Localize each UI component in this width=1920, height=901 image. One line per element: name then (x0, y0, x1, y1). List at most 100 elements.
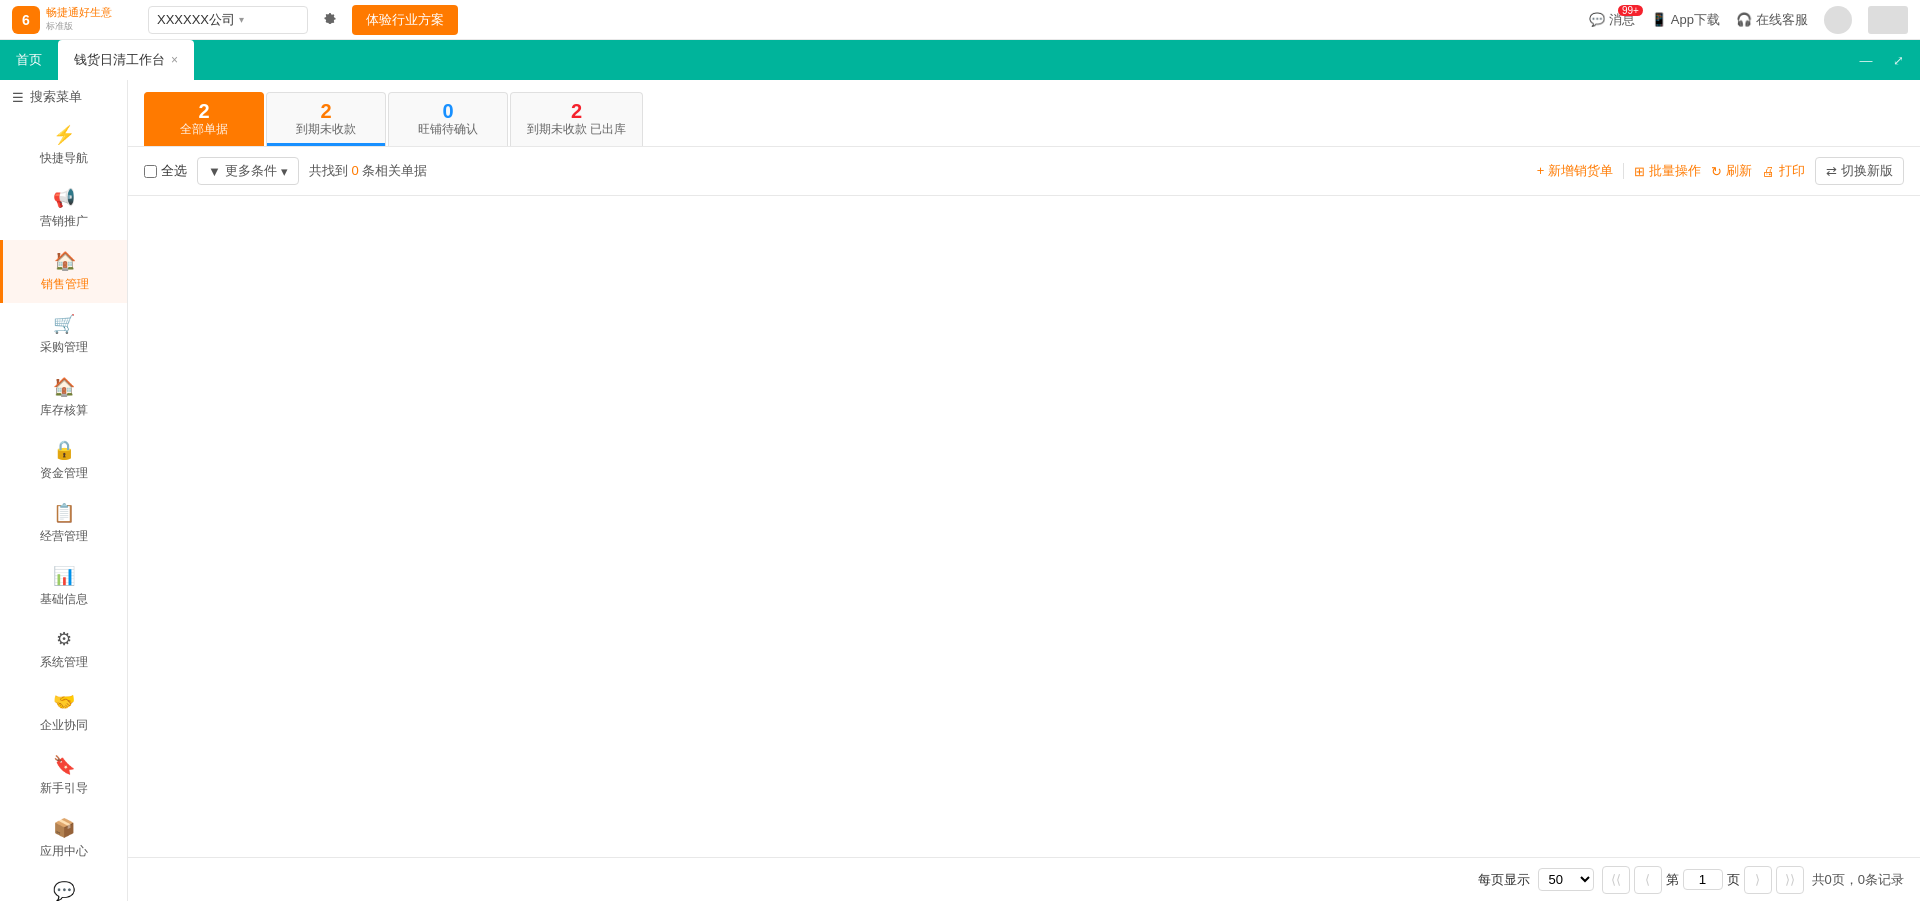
nav-minimize-button[interactable]: — (1852, 46, 1880, 74)
add-sales-order-button[interactable]: + 新增销货单 (1537, 162, 1613, 180)
user-avatar[interactable] (1824, 6, 1852, 34)
operations-icon: 📋 (53, 502, 75, 524)
tab-home-label: 首页 (16, 51, 42, 69)
topbar-right: 💬 消息 99+ 📱 App下载 🎧 在线客服 (1589, 6, 1908, 34)
batch-operation-button[interactable]: ⊞ 批量操作 (1634, 162, 1701, 180)
page-first-button[interactable]: ⟨⟨ (1602, 866, 1630, 894)
sidebar-item-quick-nav[interactable]: ⚡ 快捷导航 (0, 114, 127, 177)
page-size-select[interactable]: 20 50 100 (1538, 868, 1594, 891)
app-download-button[interactable]: 📱 App下载 (1651, 11, 1720, 29)
select-all-input[interactable] (144, 165, 157, 178)
filter-chevron-icon: ▾ (281, 164, 288, 179)
sidebar-item-guide[interactable]: 🔖 新手引导 (0, 744, 127, 807)
sidebar-inventory-label: 库存核算 (40, 402, 88, 419)
filter-button[interactable]: ▼ 更多条件 ▾ (197, 157, 299, 185)
page-suffix: 页 (1727, 871, 1740, 889)
sidebar-purchase-label: 采购管理 (40, 339, 88, 356)
sales-icon: 🏠 (54, 250, 76, 272)
search-menu-button[interactable]: ☰ 搜索菜单 (0, 80, 127, 114)
select-all-checkbox[interactable]: 全选 (144, 162, 187, 180)
status-tab-overdue-shipped[interactable]: 2 到期未收款 已出库 (510, 92, 643, 146)
sidebar-item-sales[interactable]: 🏠 销售管理 (0, 240, 127, 303)
toolbar-right: + 新增销货单 ⊞ 批量操作 ↻ 刷新 🖨 打印 ⇄ 切换新版 (1537, 157, 1904, 185)
minimize-icon: — (1860, 53, 1873, 68)
finance-icon: 🔒 (53, 439, 75, 461)
sidebar-item-base-info[interactable]: 📊 基础信息 (0, 555, 127, 618)
search-menu-label: 搜索菜单 (30, 88, 82, 106)
page-label: 第 (1666, 871, 1679, 889)
tab-overdue-count: 2 (283, 101, 369, 121)
tab-all-count: 2 (161, 101, 247, 121)
sidebar-item-wechat[interactable]: 💬 企业微信 (0, 870, 127, 901)
try-industry-button[interactable]: 体验行业方案 (352, 5, 458, 35)
pagination: 每页显示 20 50 100 ⟨⟨ ⟨ 第 页 ⟩ ⟩⟩ 共0页，0条记录 (128, 857, 1920, 901)
message-badge: 99+ (1618, 5, 1643, 16)
page-last-button[interactable]: ⟩⟩ (1776, 866, 1804, 894)
sidebar-item-system[interactable]: ⚙ 系统管理 (0, 618, 127, 681)
page-prev-button[interactable]: ⟨ (1634, 866, 1662, 894)
sidebar-item-marketing[interactable]: 📢 营销推广 (0, 177, 127, 240)
tab-close-icon[interactable]: × (171, 53, 178, 67)
sidebar-marketing-label: 营销推广 (40, 213, 88, 230)
message-button[interactable]: 💬 消息 99+ (1589, 11, 1635, 29)
sidebar-item-cooperation[interactable]: 🤝 企业协同 (0, 681, 127, 744)
status-tab-all[interactable]: 2 全部单据 (144, 92, 264, 146)
sidebar-item-purchase[interactable]: 🛒 采购管理 (0, 303, 127, 366)
system-icon: ⚙ (56, 628, 72, 650)
status-tabs: 2 全部单据 2 到期未收款 0 旺铺待确认 2 到期未收款 已出库 (128, 80, 1920, 147)
search-icon: ☰ (12, 90, 24, 105)
page-total: 共0页，0条记录 (1812, 871, 1904, 889)
select-all-label: 全选 (161, 162, 187, 180)
page-input[interactable] (1683, 869, 1723, 890)
nav-right-actions: — ⤢ (1852, 46, 1920, 74)
page-area: 2 全部单据 2 到期未收款 0 旺铺待确认 2 到期未收款 已出库 (128, 80, 1920, 901)
print-label: 打印 (1779, 162, 1805, 180)
app-download-label: App下载 (1671, 11, 1720, 29)
sidebar-quick-nav-label: 快捷导航 (40, 150, 88, 167)
sidebar-item-operations[interactable]: 📋 经营管理 (0, 492, 127, 555)
sidebar-cooperation-label: 企业协同 (40, 717, 88, 734)
page-next-button[interactable]: ⟩ (1744, 866, 1772, 894)
page-size-prefix: 每页显示 (1478, 871, 1530, 889)
sidebar: ☰ 搜索菜单 ⚡ 快捷导航 📢 营销推广 🏠 销售管理 🛒 采购管理 🏠 库存核… (0, 80, 128, 901)
batch-label: 批量操作 (1649, 162, 1701, 180)
app-center-icon: 📦 (53, 817, 75, 839)
sidebar-app-center-label: 应用中心 (40, 843, 88, 860)
status-tab-overdue[interactable]: 2 到期未收款 (266, 92, 386, 146)
status-tab-pending[interactable]: 0 旺铺待确认 (388, 92, 508, 146)
sidebar-item-inventory[interactable]: 🏠 库存核算 (0, 366, 127, 429)
tab-home[interactable]: 首页 (0, 40, 58, 80)
nav-maximize-button[interactable]: ⤢ (1884, 46, 1912, 74)
guide-icon: 🔖 (53, 754, 75, 776)
filter-icon: ▼ (208, 164, 221, 179)
tab-pending-count: 0 (405, 101, 491, 121)
tab-daily-work[interactable]: 钱货日清工作台 × (58, 40, 194, 80)
company-selector[interactable]: XXXXXX公司 ▾ (148, 6, 308, 34)
logo-text-area: 畅捷通好生意 标准版 (46, 6, 112, 32)
online-service-button[interactable]: 🎧 在线客服 (1736, 11, 1808, 29)
tab-overdue-shipped-count: 2 (527, 101, 626, 121)
purchase-icon: 🛒 (53, 313, 75, 335)
sidebar-item-app-center[interactable]: 📦 应用中心 (0, 807, 127, 870)
online-service-label: 在线客服 (1756, 11, 1808, 29)
print-button[interactable]: 🖨 打印 (1762, 162, 1805, 180)
table-area (128, 196, 1920, 857)
refresh-button[interactable]: ↻ 刷新 (1711, 162, 1752, 180)
message-icon: 💬 (1589, 12, 1605, 27)
tab-pending-label: 旺铺待确认 (418, 122, 478, 136)
user-name-area[interactable] (1868, 6, 1908, 34)
download-icon: 📱 (1651, 12, 1667, 27)
main-content: ☰ 搜索菜单 ⚡ 快捷导航 📢 营销推广 🏠 销售管理 🛒 采购管理 🏠 库存核… (0, 80, 1920, 901)
nav-tabs: 首页 钱货日清工作台 × — ⤢ (0, 40, 1920, 80)
refresh-label: 刷新 (1726, 162, 1752, 180)
switch-version-button[interactable]: ⇄ 切换新版 (1815, 157, 1904, 185)
found-text: 共找到 0 条相关单据 (309, 162, 427, 180)
switch-label: 切换新版 (1841, 162, 1893, 180)
wechat-icon: 💬 (53, 880, 75, 901)
sidebar-base-info-label: 基础信息 (40, 591, 88, 608)
status-tabs-row: 2 全部单据 2 到期未收款 0 旺铺待确认 2 到期未收款 已出库 (144, 92, 1904, 146)
logo-area: 6 畅捷通好生意 标准版 (12, 6, 140, 34)
settings-button[interactable] (316, 6, 344, 34)
topbar: 6 畅捷通好生意 标准版 XXXXXX公司 ▾ 体验行业方案 💬 消息 99+ … (0, 0, 1920, 40)
sidebar-item-finance[interactable]: 🔒 资金管理 (0, 429, 127, 492)
